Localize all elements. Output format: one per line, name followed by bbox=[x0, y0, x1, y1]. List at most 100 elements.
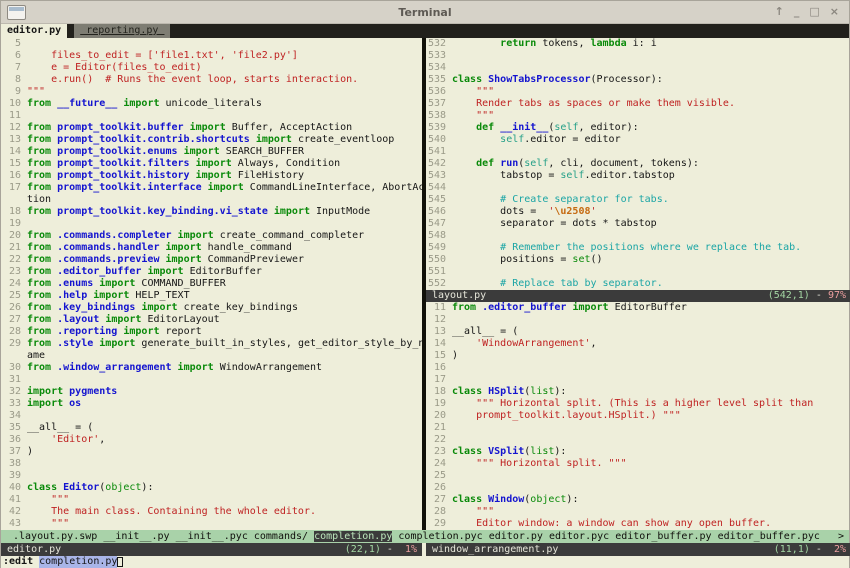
code-line: 545 # Create separator for tabs. bbox=[426, 194, 850, 206]
line-number: 16 bbox=[426, 362, 446, 374]
tab-reporting-py[interactable]: reporting.py bbox=[74, 24, 170, 38]
line-number: 16 bbox=[1, 170, 21, 182]
line-number: 551 bbox=[426, 266, 446, 278]
code-line: 13from prompt_toolkit.contrib.shortcuts … bbox=[1, 134, 422, 146]
code-line: 18from prompt_toolkit.key_binding.vi_sta… bbox=[1, 206, 422, 218]
wildmenu-item[interactable]: .layout.py.swp bbox=[13, 531, 97, 542]
code-line: 39 bbox=[1, 470, 422, 482]
line-number: 536 bbox=[426, 86, 446, 98]
wildmenu-item[interactable]: editor_buffer.pyc bbox=[718, 531, 820, 542]
line-number: 21 bbox=[426, 422, 446, 434]
code-line: ame bbox=[1, 350, 422, 362]
code-line: 33import os bbox=[1, 398, 422, 410]
code-line: 36 'Editor', bbox=[1, 434, 422, 446]
line-number: 22 bbox=[426, 434, 446, 446]
code-line: 542 def run(self, cli, document, tokens)… bbox=[426, 158, 850, 170]
line-number: 13 bbox=[426, 326, 446, 338]
line-number: 535 bbox=[426, 74, 446, 86]
line-number: 546 bbox=[426, 206, 446, 218]
status-scroll-percent: 2% bbox=[828, 543, 846, 556]
code-line: 22 bbox=[426, 434, 850, 446]
code-line: 9""" bbox=[1, 86, 422, 98]
command-line[interactable]: :edit completion.py bbox=[1, 556, 849, 568]
line-number: 19 bbox=[1, 218, 21, 230]
pane-window-arrangement-py[interactable]: 11from .editor_buffer import EditorBuffe… bbox=[426, 302, 850, 530]
line-number: 21 bbox=[1, 242, 21, 254]
line-number: 31 bbox=[1, 374, 21, 386]
status-cursor-position: (542,1) bbox=[768, 290, 810, 301]
line-number: 26 bbox=[426, 482, 446, 494]
tab-editor-py[interactable]: editor.py bbox=[1, 24, 67, 38]
line-number: 34 bbox=[1, 410, 21, 422]
status-row: editor.py (22,1) - 1% window_arrangement… bbox=[1, 543, 849, 556]
line-number: 25 bbox=[1, 290, 21, 302]
close-icon[interactable]: × bbox=[830, 2, 839, 22]
wildmenu-item[interactable]: editor.py bbox=[489, 531, 543, 542]
line-number: 550 bbox=[426, 254, 446, 266]
line-number: 23 bbox=[1, 266, 21, 278]
code-line: 539 def __init__(self, editor): bbox=[426, 122, 850, 134]
pane-editor-py[interactable]: 56 files_to_edit = ['file1.txt', 'file2.… bbox=[1, 38, 422, 530]
line-number: 37 bbox=[1, 446, 21, 458]
code-line: 541 bbox=[426, 146, 850, 158]
wildmenu-item[interactable]: __init__.pyc bbox=[176, 531, 248, 542]
window-title: Terminal bbox=[1, 6, 849, 19]
status-cursor-position: (22,1) bbox=[345, 544, 381, 555]
pane-layout-py[interactable]: 532 return tokens, lambda i: i533534535c… bbox=[426, 38, 850, 290]
line-number: 20 bbox=[1, 230, 21, 242]
code-line: 534 bbox=[426, 62, 850, 74]
code-line: 32import pygments bbox=[1, 386, 422, 398]
code-line: 10from __future__ import unicode_literal… bbox=[1, 98, 422, 110]
line-number: 27 bbox=[426, 494, 446, 506]
line-number: 35 bbox=[1, 422, 21, 434]
code-line: 14from prompt_toolkit.enums import SEARC… bbox=[1, 146, 422, 158]
line-number: 18 bbox=[1, 206, 21, 218]
code-line: 35__all__ = ( bbox=[1, 422, 422, 434]
status-filename: editor.py bbox=[1, 543, 61, 556]
line-number: 532 bbox=[426, 38, 446, 50]
code-line: 20from .commands.completer import create… bbox=[1, 230, 422, 242]
line-number: 23 bbox=[426, 446, 446, 458]
line-number: 26 bbox=[1, 302, 21, 314]
line-number: 10 bbox=[1, 98, 21, 110]
code-line: 17from prompt_toolkit.interface import C… bbox=[1, 182, 422, 194]
line-number: 548 bbox=[426, 230, 446, 242]
status-filename: window_arrangement.py bbox=[426, 543, 558, 556]
code-line: 537 Render tabs as spaces or make them v… bbox=[426, 98, 850, 110]
code-line: 24 """ Horizontal split. """ bbox=[426, 458, 850, 470]
wildmenu-item[interactable]: completion.pyc bbox=[398, 531, 482, 542]
rollup-icon[interactable]: ↑ bbox=[775, 2, 784, 22]
wildmenu-item[interactable]: completion.py bbox=[314, 531, 392, 542]
line-number: 29 bbox=[1, 338, 21, 350]
code-line: 21 bbox=[426, 422, 850, 434]
maximize-icon[interactable]: □ bbox=[809, 2, 819, 22]
line-number: 17 bbox=[426, 374, 446, 386]
status-scroll-percent: 97% bbox=[828, 290, 846, 302]
code-line: 551 bbox=[426, 266, 850, 278]
wildmenu-item[interactable]: __init__.py bbox=[103, 531, 169, 542]
line-number: 18 bbox=[426, 386, 446, 398]
code-line: 550 positions = set() bbox=[426, 254, 850, 266]
code-line: 13__all__ = ( bbox=[426, 326, 850, 338]
minimize-icon[interactable]: _ bbox=[794, 2, 800, 22]
wildmenu-item[interactable]: commands/ bbox=[254, 531, 308, 542]
wildmenu-item[interactable]: editor.pyc bbox=[549, 531, 609, 542]
code-line: 31 bbox=[1, 374, 422, 386]
line-number: 543 bbox=[426, 170, 446, 182]
line-number: 552 bbox=[426, 278, 446, 290]
code-line: 12from prompt_toolkit.buffer import Buff… bbox=[1, 122, 422, 134]
line-number: 36 bbox=[1, 434, 21, 446]
line-number bbox=[1, 194, 21, 206]
wildmenu-item[interactable]: editor_buffer.py bbox=[615, 531, 711, 542]
line-number: 32 bbox=[1, 386, 21, 398]
code-line: 16from prompt_toolkit.history import Fil… bbox=[1, 170, 422, 182]
code-line: 12 bbox=[426, 314, 850, 326]
window-controls: ↑ _ □ × bbox=[775, 2, 849, 22]
code-line: 29from .style import generate_built_in_s… bbox=[1, 338, 422, 350]
line-number: 13 bbox=[1, 134, 21, 146]
editor-area: 56 files_to_edit = ['file1.txt', 'file2.… bbox=[1, 38, 849, 530]
status-cursor-position: (11,1) bbox=[774, 544, 810, 555]
titlebar: Terminal ↑ _ □ × bbox=[1, 1, 849, 24]
code-line: 25from .help import HELP_TEXT bbox=[1, 290, 422, 302]
code-line: 40class Editor(object): bbox=[1, 482, 422, 494]
